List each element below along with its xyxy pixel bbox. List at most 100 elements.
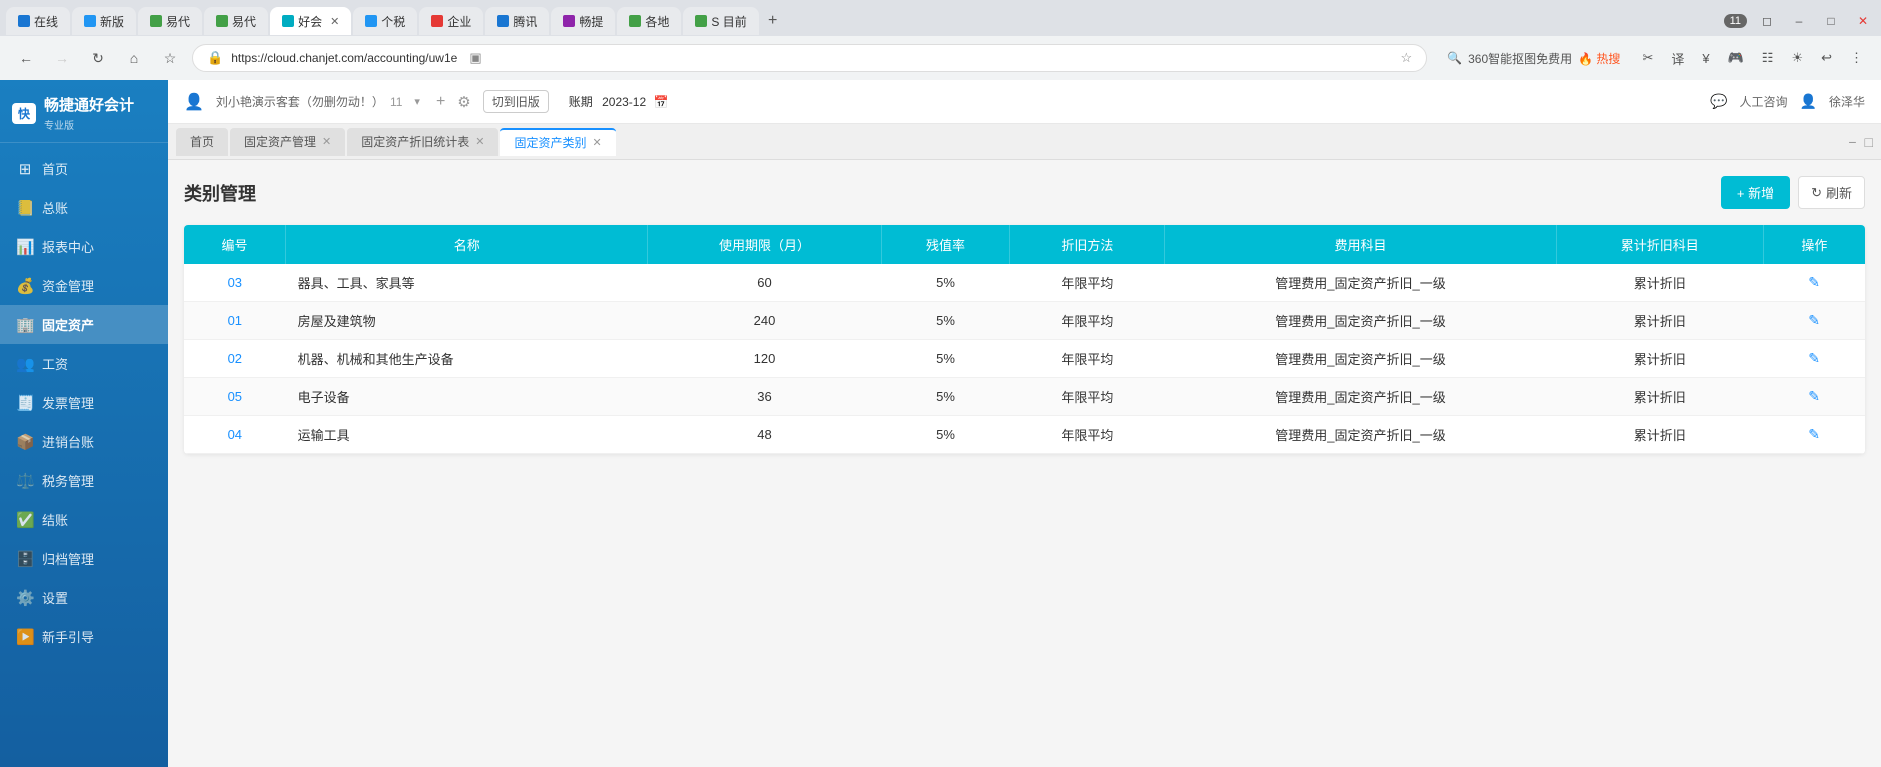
- tab-close-icon[interactable]: ✕: [330, 15, 339, 28]
- tab-favicon: [563, 15, 575, 27]
- hot-label[interactable]: 🔥 热搜: [1578, 50, 1620, 67]
- edit-button[interactable]: ✎: [1763, 416, 1865, 454]
- minimize-button[interactable]: ‒: [1787, 9, 1811, 33]
- logo-icon: 快: [12, 103, 36, 124]
- sidebar-item-settle[interactable]: ✅ 结账: [0, 500, 168, 539]
- sidebar-item-home[interactable]: ⊞ 首页: [0, 149, 168, 188]
- browser-tab-t4[interactable]: 易代: [204, 7, 268, 35]
- translate-icon[interactable]: 译: [1665, 47, 1690, 70]
- edit-button[interactable]: ✎: [1763, 340, 1865, 378]
- close-window-button[interactable]: ✕: [1851, 9, 1875, 33]
- content-tab-label: 固定资产类别: [514, 134, 586, 151]
- plus-icon[interactable]: +: [436, 93, 445, 111]
- content-tab-close[interactable]: ✕: [593, 136, 602, 149]
- sidebar-item-purchase[interactable]: 📦 进销台账: [0, 422, 168, 461]
- user-name: 刘小艳演示客套（勿删勿动！）: [216, 93, 384, 110]
- dropdown-icon[interactable]: ▾: [414, 95, 420, 108]
- content-tab-home[interactable]: 首页: [176, 128, 228, 156]
- sidebar-item-tax[interactable]: ⚖️ 税务管理: [0, 461, 168, 500]
- browser-tab-t7[interactable]: 企业: [419, 7, 483, 35]
- site-info-icon[interactable]: ▣: [469, 50, 481, 66]
- content-tab-category[interactable]: 固定资产类别 ✕: [500, 128, 615, 156]
- browser-tab-t10[interactable]: 各地: [617, 7, 681, 35]
- restore-button[interactable]: ◻: [1755, 9, 1779, 33]
- edit-button[interactable]: ✎: [1763, 302, 1865, 340]
- sidebar-item-guide[interactable]: ▶️ 新手引导: [0, 617, 168, 656]
- sidebar-item-reports[interactable]: 📊 报表中心: [0, 227, 168, 266]
- reload-button[interactable]: ↻: [84, 44, 112, 72]
- browser-tab-t6[interactable]: 个税: [353, 7, 417, 35]
- edit-icon[interactable]: ✎: [1808, 274, 1820, 291]
- content-tab-close[interactable]: ✕: [475, 135, 484, 148]
- back-button[interactable]: ←: [12, 44, 40, 72]
- tab-favicon: [18, 15, 30, 27]
- main-content: 首页 固定资产管理 ✕ 固定资产折旧统计表 ✕ 固定资产类别 ✕ − □ 类别管…: [168, 124, 1881, 767]
- edit-icon[interactable]: ✎: [1808, 350, 1820, 367]
- calendar-icon[interactable]: 📅: [654, 95, 669, 109]
- help-icon[interactable]: 💬: [1710, 93, 1727, 110]
- url-bar[interactable]: 🔒 https://cloud.chanjet.com/accounting/u…: [192, 44, 1427, 72]
- version-button[interactable]: 切到旧版: [483, 90, 549, 113]
- sidebar-icon-settings: ⚙️: [16, 589, 34, 607]
- minimize-panel-icon[interactable]: −: [1848, 134, 1856, 150]
- sidebar-item-funds[interactable]: 💰 资金管理: [0, 266, 168, 305]
- tab-favicon: [150, 15, 162, 27]
- browser-tab-t11[interactable]: S 目前: [683, 7, 758, 35]
- expand-panel-icon[interactable]: □: [1865, 134, 1873, 150]
- table-header-编号: 编号: [184, 225, 286, 264]
- tab-label: S 目前: [711, 13, 746, 30]
- sidebar-item-payroll[interactable]: 👥 工资: [0, 344, 168, 383]
- content-tab-close[interactable]: ✕: [322, 135, 331, 148]
- settings-icon[interactable]: ⚙: [457, 93, 470, 111]
- content-tab-depreciation[interactable]: 固定资产折旧统计表 ✕: [347, 128, 498, 156]
- scissors-icon[interactable]: ✂: [1636, 48, 1659, 68]
- sidebar-item-ledger[interactable]: 📒 总账: [0, 188, 168, 227]
- edit-button[interactable]: ✎: [1763, 264, 1865, 302]
- table-cell: 5%: [881, 264, 1010, 302]
- sidebar-item-archive[interactable]: 🗄️ 归档管理: [0, 539, 168, 578]
- maximize-button[interactable]: □: [1819, 9, 1843, 33]
- table-cell: 管理费用_固定资产折旧_一级: [1165, 264, 1556, 302]
- browser-tab-t8[interactable]: 腾讯: [485, 7, 549, 35]
- menu-icon[interactable]: ⋮: [1844, 48, 1869, 68]
- currency-icon[interactable]: ¥: [1696, 49, 1715, 68]
- content-tab-fixed-mgmt[interactable]: 固定资产管理 ✕: [230, 128, 345, 156]
- grid-icon[interactable]: ☷: [1756, 48, 1780, 68]
- bookmark-button[interactable]: ☆: [156, 44, 184, 72]
- bookmark-star-icon[interactable]: ☆: [1401, 50, 1413, 66]
- sidebar-icon-payroll: 👥: [16, 355, 34, 373]
- browser-tab-t5[interactable]: 好会 ✕: [270, 7, 351, 35]
- home-nav-button[interactable]: ⌂: [120, 44, 148, 72]
- browser-tab-t9[interactable]: 畅提: [551, 7, 615, 35]
- tab-favicon: [431, 15, 443, 27]
- forward-button[interactable]: →: [48, 44, 76, 72]
- table-cell: 04: [184, 416, 286, 454]
- sidebar-item-invoice[interactable]: 🧾 发票管理: [0, 383, 168, 422]
- edit-icon[interactable]: ✎: [1808, 426, 1820, 443]
- user-label[interactable]: 徐泽华: [1829, 93, 1865, 110]
- table-row: 05电子设备365%年限平均管理费用_固定资产折旧_一级累计折旧✎: [184, 378, 1865, 416]
- game-icon[interactable]: 🎮: [1722, 48, 1750, 68]
- browser-tab-t1[interactable]: 在线: [6, 7, 70, 35]
- sidebar-item-fixed[interactable]: 🏢 固定资产: [0, 305, 168, 344]
- tab-favicon: [695, 15, 707, 27]
- refresh-button[interactable]: ↻ 刷新: [1798, 176, 1865, 209]
- search-label: 360智能抠图免费用: [1468, 50, 1572, 67]
- sun-icon[interactable]: ☀: [1785, 48, 1809, 68]
- new-tab-button[interactable]: +: [761, 9, 785, 33]
- add-button[interactable]: + 新增: [1721, 176, 1790, 209]
- edit-button[interactable]: ✎: [1763, 378, 1865, 416]
- undo-icon[interactable]: ↩: [1815, 48, 1838, 68]
- browser-tab-t2[interactable]: 新版: [72, 7, 136, 35]
- sidebar-label-settings: 设置: [42, 588, 68, 607]
- content-tab-label: 固定资产管理: [244, 133, 316, 150]
- search-icon: 🔍: [1447, 51, 1462, 65]
- table-cell: 36: [648, 378, 881, 416]
- help-label[interactable]: 人工咨询: [1740, 93, 1788, 110]
- browser-tab-t3[interactable]: 易代: [138, 7, 202, 35]
- edit-icon[interactable]: ✎: [1808, 388, 1820, 405]
- edit-icon[interactable]: ✎: [1808, 312, 1820, 329]
- page-body: 类别管理 + 新增 ↻ 刷新 编号名称使用期限（月）残值率折旧方法费用科目累计折…: [168, 160, 1881, 767]
- sidebar-item-settings[interactable]: ⚙️ 设置: [0, 578, 168, 617]
- user-icon[interactable]: 👤: [1800, 93, 1817, 110]
